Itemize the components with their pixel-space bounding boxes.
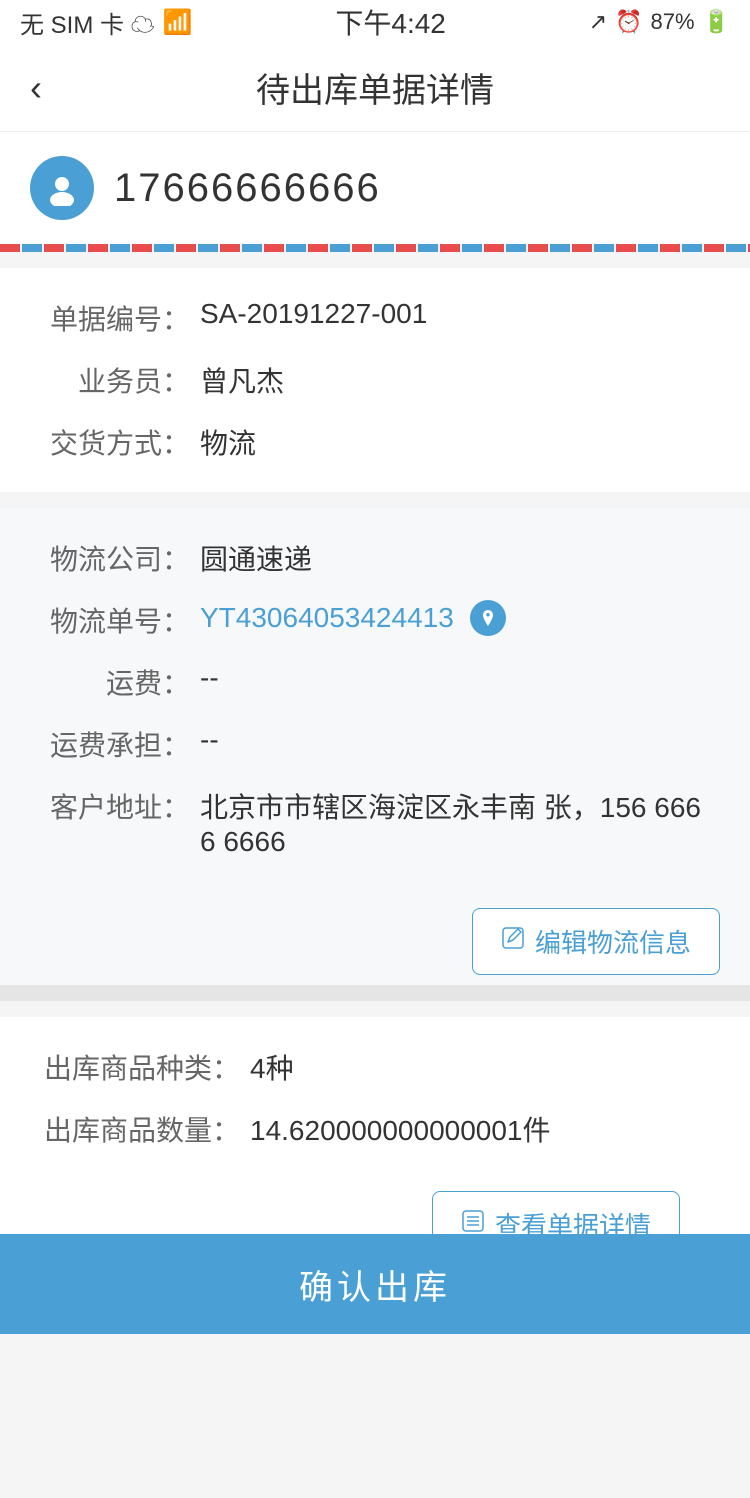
status-right: ↗ ⏰ 87% 🔋 (589, 9, 730, 35)
logistics-section: 物流公司： 圆通速递 物流单号： YT43064053424413 运费： --… (0, 508, 750, 888)
goods-types-label: 出库商品种类： (40, 1047, 240, 1087)
freight-row: 运费： -- (40, 662, 710, 702)
tracking-label: 物流单号： (40, 600, 190, 640)
tracking-row: 物流单号： YT43064053424413 (40, 600, 710, 640)
status-bar: 无 SIM 卡 ☁ 📶 下午4:42 ↗ ⏰ 87% 🔋 (0, 0, 750, 44)
agent-label: 业务员： (40, 360, 190, 400)
battery-icon: 🔋 (703, 9, 730, 35)
edit-logistics-button[interactable]: 编辑物流信息 (472, 908, 720, 975)
status-left: 无 SIM 卡 ☁ 📶 (20, 5, 193, 40)
page-title: 待出库单据详情 (256, 63, 494, 112)
edit-logistics-container: 编辑物流信息 (0, 888, 750, 985)
freight-label: 运费： (40, 662, 190, 702)
company-label: 物流公司： (40, 538, 190, 578)
delivery-label: 交货方式： (40, 422, 190, 462)
doc-number-label: 单据编号： (40, 298, 190, 338)
delivery-value: 物流 (200, 422, 710, 462)
edit-icon (501, 926, 525, 957)
freight-bear-value: -- (200, 724, 710, 756)
back-button[interactable]: ‹ (30, 67, 42, 109)
goods-quantity-row: 出库商品数量： 14.620000000000001件 (40, 1109, 710, 1149)
wifi-icon: 📶 (163, 8, 193, 37)
freight-value: -- (200, 662, 710, 694)
customer-header: 17666666666 (0, 132, 750, 244)
company-row: 物流公司： 圆通速递 (40, 538, 710, 578)
freight-bear-row: 运费承担： -- (40, 724, 710, 764)
confirm-bar[interactable]: 确认出库 (0, 1234, 750, 1334)
dashed-divider (0, 244, 750, 252)
avatar (30, 156, 94, 220)
status-time: 下午4:42 (335, 2, 446, 42)
sim-status: 无 SIM 卡 ☁ (20, 5, 155, 40)
location-status-icon: ↗ (589, 9, 607, 35)
address-label: 客户地址： (40, 786, 190, 826)
tracking-value-row: YT43064053424413 (190, 600, 506, 636)
document-info-section: 单据编号： SA-20191227-001 业务员： 曾凡杰 交货方式： 物流 (0, 268, 750, 492)
doc-number-value: SA-20191227-001 (200, 298, 710, 330)
customer-phone: 17666666666 (114, 166, 381, 211)
alarm-icon: ⏰ (615, 9, 642, 35)
company-value: 圆通速递 (200, 538, 710, 578)
delivery-row: 交货方式： 物流 (40, 422, 710, 462)
freight-bear-label: 运费承担： (40, 724, 190, 764)
tracking-value: YT43064053424413 (200, 602, 454, 634)
section-divider (0, 985, 750, 1001)
goods-quantity-label: 出库商品数量： (40, 1109, 240, 1149)
doc-number-row: 单据编号： SA-20191227-001 (40, 298, 710, 338)
edit-logistics-label: 编辑物流信息 (535, 923, 691, 960)
address-value: 北京市市辖区海淀区永丰南 张，156 6666 6666 (200, 786, 710, 858)
goods-types-row: 出库商品种类： 4种 (40, 1047, 710, 1087)
confirm-button-label: 确认出库 (299, 1260, 451, 1309)
agent-row: 业务员： 曾凡杰 (40, 360, 710, 400)
agent-value: 曾凡杰 (200, 360, 710, 400)
tracking-location-icon[interactable] (470, 600, 506, 636)
address-row: 客户地址： 北京市市辖区海淀区永丰南 张，156 6666 6666 (40, 786, 710, 858)
goods-quantity-value: 14.620000000000001件 (250, 1109, 710, 1149)
battery-level: 87% (651, 9, 695, 35)
goods-types-value: 4种 (250, 1047, 710, 1087)
nav-bar: ‹ 待出库单据详情 (0, 44, 750, 132)
